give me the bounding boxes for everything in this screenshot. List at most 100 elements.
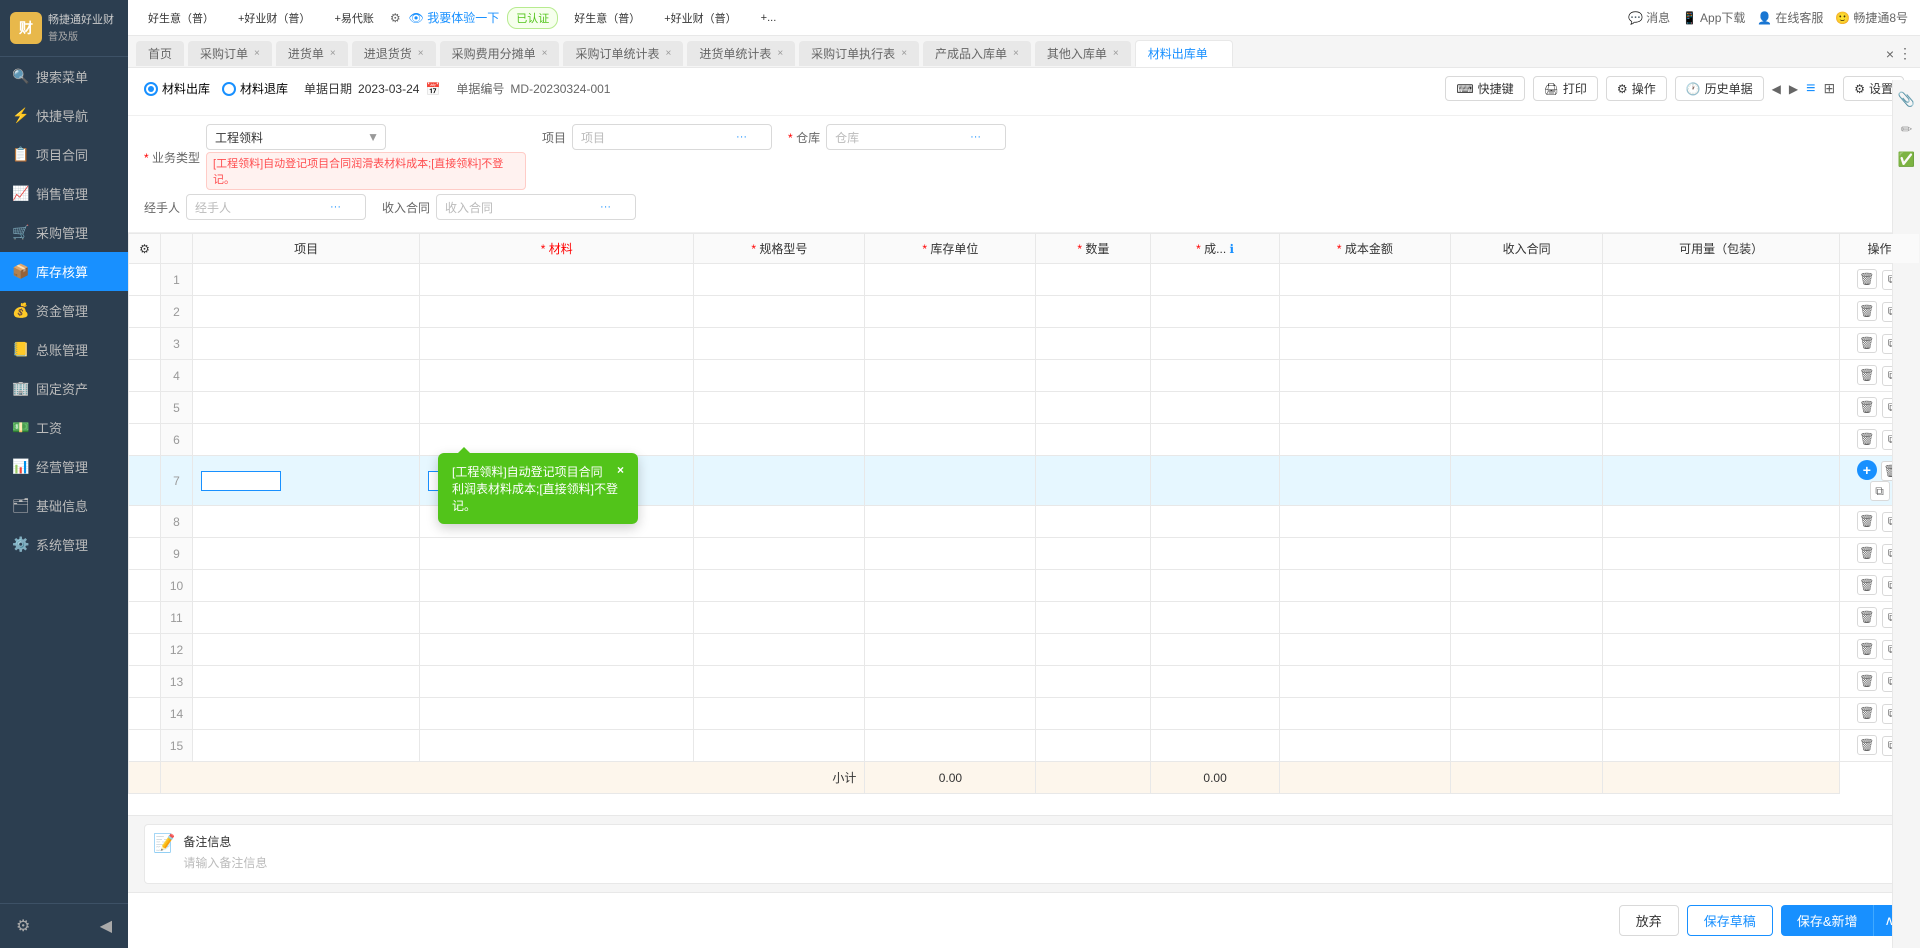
row-quantity[interactable] xyxy=(1036,602,1151,634)
row-unit[interactable] xyxy=(865,392,1036,424)
row-unit[interactable] xyxy=(865,666,1036,698)
row-quantity[interactable] xyxy=(1036,634,1151,666)
row-material[interactable] xyxy=(420,602,694,634)
tooltip-close-btn[interactable]: × xyxy=(617,463,624,477)
row-available[interactable] xyxy=(1603,296,1840,328)
row-available[interactable] xyxy=(1603,424,1840,456)
row-project[interactable] xyxy=(193,424,420,456)
row-project[interactable] xyxy=(193,570,420,602)
trial-btn[interactable]: 👁 我要体验一下 xyxy=(409,9,500,26)
row-income-contract[interactable] xyxy=(1450,730,1602,762)
row-cost-price[interactable] xyxy=(1151,538,1280,570)
tab-in-stats[interactable]: 进货单统计表× xyxy=(687,41,795,66)
row-quantity[interactable] xyxy=(1036,538,1151,570)
row-cost-price[interactable] xyxy=(1151,570,1280,602)
list-view-icon[interactable]: ≡ xyxy=(1806,80,1815,98)
row-income-contract[interactable] xyxy=(1450,634,1602,666)
sidebar-item-basic[interactable]: 🗂 基础信息 xyxy=(0,486,128,525)
row-unit[interactable] xyxy=(865,602,1036,634)
row-income-contract[interactable] xyxy=(1450,424,1602,456)
row-cost-amount[interactable] xyxy=(1279,360,1450,392)
tab-purchase-stats[interactable]: 采购订单统计表× xyxy=(563,41,683,66)
grid-view-icon[interactable]: ⊞ xyxy=(1823,80,1835,97)
panel-attach-icon[interactable]: 📎 xyxy=(1896,88,1918,110)
row-material[interactable] xyxy=(420,570,694,602)
row-spec[interactable] xyxy=(694,424,865,456)
info-icon[interactable]: ℹ xyxy=(1229,242,1234,256)
row-project[interactable] xyxy=(193,602,420,634)
row-cost-amount[interactable] xyxy=(1279,538,1450,570)
tab-product-in[interactable]: 产成品入库单× xyxy=(923,41,1031,66)
row-available[interactable] xyxy=(1603,666,1840,698)
row-quantity[interactable] xyxy=(1036,570,1151,602)
row-quantity[interactable] xyxy=(1036,392,1151,424)
warehouse-input[interactable]: 仓库 ··· xyxy=(826,124,1006,150)
row-quantity[interactable] xyxy=(1036,666,1151,698)
tab-home[interactable]: 首页 xyxy=(136,41,184,66)
row-available[interactable] xyxy=(1603,456,1840,506)
row-project[interactable] xyxy=(193,538,420,570)
row-unit[interactable] xyxy=(865,360,1036,392)
row-spec[interactable] xyxy=(694,698,865,730)
collapse-button[interactable]: ◀ xyxy=(92,912,120,940)
tab-purchase-order[interactable]: 采购订单× xyxy=(188,41,272,66)
row-material[interactable] xyxy=(420,666,694,698)
save-new-button[interactable]: 保存&新增 xyxy=(1781,905,1874,936)
panel-check-icon[interactable]: ✅ xyxy=(1896,148,1918,170)
delete-row-btn[interactable]: 🗑 xyxy=(1857,703,1877,723)
settings-gear-icon[interactable]: ⚙ xyxy=(390,11,401,25)
row-quantity[interactable] xyxy=(1036,264,1151,296)
row-cost-price[interactable] xyxy=(1151,602,1280,634)
col-settings-header[interactable]: ⚙ xyxy=(129,234,161,264)
tab-close-icon[interactable]: × xyxy=(1113,48,1119,59)
row-cost-amount[interactable] xyxy=(1279,328,1450,360)
delete-row-btn[interactable]: 🗑 xyxy=(1857,639,1877,659)
row-unit[interactable] xyxy=(865,538,1036,570)
user-avatar[interactable]: 🙂 畅捷通8号 xyxy=(1835,9,1908,26)
row-quantity[interactable] xyxy=(1036,424,1151,456)
tab-more-icon[interactable]: ⋮ xyxy=(1898,45,1912,62)
row-spec[interactable] xyxy=(694,634,865,666)
row-project[interactable] xyxy=(193,456,420,506)
row-quantity[interactable] xyxy=(1036,328,1151,360)
row-spec[interactable] xyxy=(694,506,865,538)
row-income-contract[interactable] xyxy=(1450,570,1602,602)
row-available[interactable] xyxy=(1603,634,1840,666)
row-cost-price[interactable] xyxy=(1151,360,1280,392)
row-project[interactable] xyxy=(193,264,420,296)
operation-btn[interactable]: ⚙ 操作 xyxy=(1606,76,1667,101)
row-income-contract[interactable] xyxy=(1450,602,1602,634)
row-material[interactable] xyxy=(420,538,694,570)
delete-row-btn[interactable]: 🗑 xyxy=(1857,543,1877,563)
copy-row-btn[interactable]: ⧉ xyxy=(1870,481,1890,501)
note-input[interactable]: 请输入备注信息 xyxy=(183,854,267,871)
radio-material-return[interactable]: 材料退库 xyxy=(222,80,288,97)
row-unit[interactable] xyxy=(865,296,1036,328)
shortcut-btn[interactable]: ⌨ 快捷键 xyxy=(1445,76,1524,101)
row-available[interactable] xyxy=(1603,602,1840,634)
row-material[interactable] xyxy=(420,730,694,762)
row-cost-amount[interactable] xyxy=(1279,392,1450,424)
sidebar-item-payroll[interactable]: 💵 工资 xyxy=(0,408,128,447)
row-cost-amount[interactable] xyxy=(1279,666,1450,698)
sidebar-item-search[interactable]: 🔍 搜索菜单 xyxy=(0,57,128,96)
tab-purchase-return[interactable]: 进退货货× xyxy=(352,41,436,66)
settings-button[interactable]: ⚙ xyxy=(8,912,38,940)
row-income-contract[interactable] xyxy=(1450,506,1602,538)
row-cost-price[interactable] xyxy=(1151,634,1280,666)
row-material[interactable] xyxy=(420,698,694,730)
row-cost-price[interactable] xyxy=(1151,264,1280,296)
tab-close-icon[interactable]: × xyxy=(1013,48,1019,59)
row-spec[interactable] xyxy=(694,392,865,424)
delete-row-btn[interactable]: 🗑 xyxy=(1857,735,1877,755)
row-cost-price[interactable] xyxy=(1151,730,1280,762)
row-income-contract[interactable] xyxy=(1450,264,1602,296)
row-cost-amount[interactable] xyxy=(1279,730,1450,762)
row-quantity[interactable] xyxy=(1036,730,1151,762)
row-available[interactable] xyxy=(1603,538,1840,570)
row-spec[interactable] xyxy=(694,666,865,698)
row-spec[interactable] xyxy=(694,264,865,296)
row-material[interactable] xyxy=(420,296,694,328)
row-income-contract[interactable] xyxy=(1450,392,1602,424)
tab-close-icon[interactable]: × xyxy=(1214,48,1220,59)
